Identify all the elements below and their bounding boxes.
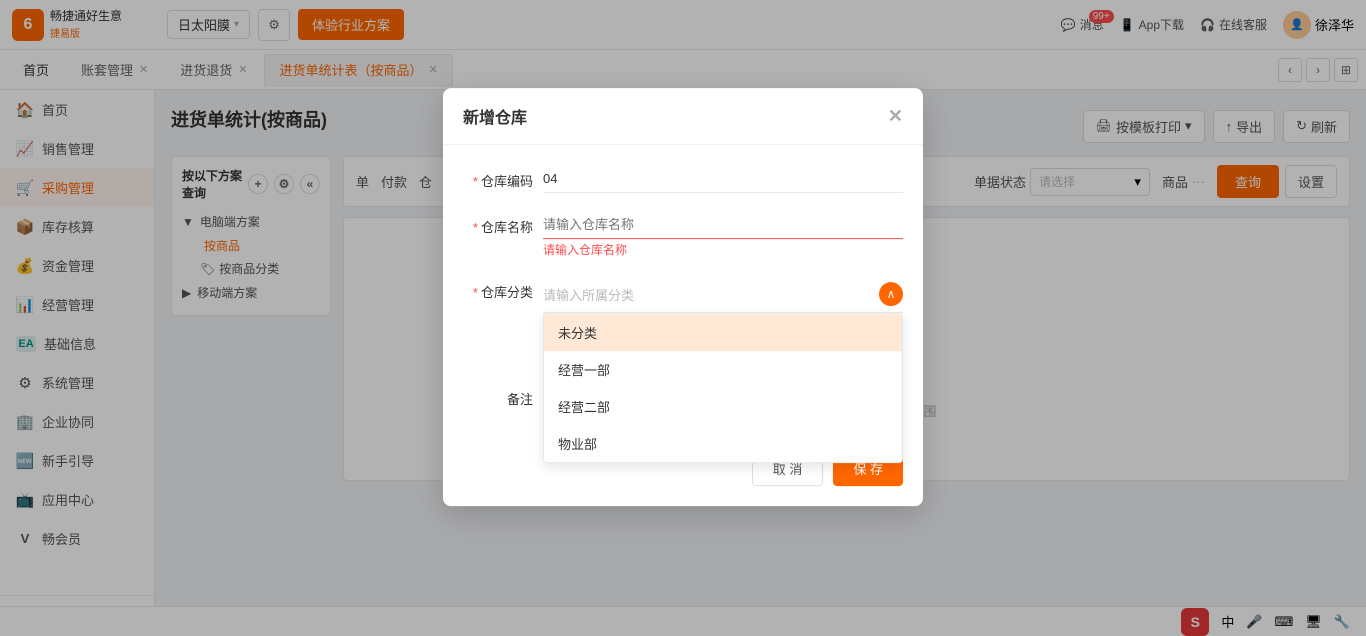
name-label: 仓库名称 [463, 211, 543, 236]
category-placeholder: 请输入所属分类 [543, 285, 634, 304]
name-error-message: 请输入仓库名称 [543, 241, 903, 258]
warehouse-name-input[interactable] [543, 211, 903, 239]
warehouse-code-row: 仓库编码 [463, 165, 903, 193]
modal-header: 新增仓库 ✕ [443, 88, 923, 145]
warehouse-code-input[interactable] [543, 165, 903, 193]
dropdown-item-3[interactable]: 物业部 [544, 425, 902, 462]
code-label: 仓库编码 [463, 165, 543, 190]
modal-title: 新增仓库 [463, 104, 527, 128]
dropdown-item-1[interactable]: 经营一部 [544, 351, 902, 388]
modal-close-button[interactable]: ✕ [888, 106, 903, 127]
category-label: 仓库分类 [463, 276, 543, 301]
category-dropdown-toggle[interactable]: ∧ [879, 282, 903, 306]
category-select[interactable]: 请输入所属分类 ∧ [543, 276, 903, 313]
note-label: 备注 [463, 383, 543, 408]
category-dropdown-list: 未分类 经营一部 经营二部 物业部 [543, 313, 903, 463]
code-control [543, 165, 903, 193]
name-control: 请输入仓库名称 [543, 211, 903, 258]
dropdown-item-0[interactable]: 未分类 [544, 314, 902, 351]
warehouse-category-row: 仓库分类 请输入所属分类 ∧ 未分类 经营一部 经营二部 物业部 [463, 276, 903, 313]
category-control: 请输入所属分类 ∧ 未分类 经营一部 经营二部 物业部 [543, 276, 903, 313]
dropdown-item-2[interactable]: 经营二部 [544, 388, 902, 425]
new-warehouse-modal: 新增仓库 ✕ 仓库编码 仓库名称 请输入仓库名称 仓库分类 请输入所属分类 ∧ [443, 88, 923, 506]
warehouse-name-row: 仓库名称 请输入仓库名称 [463, 211, 903, 258]
modal-body: 仓库编码 仓库名称 请输入仓库名称 仓库分类 请输入所属分类 ∧ [443, 145, 923, 439]
